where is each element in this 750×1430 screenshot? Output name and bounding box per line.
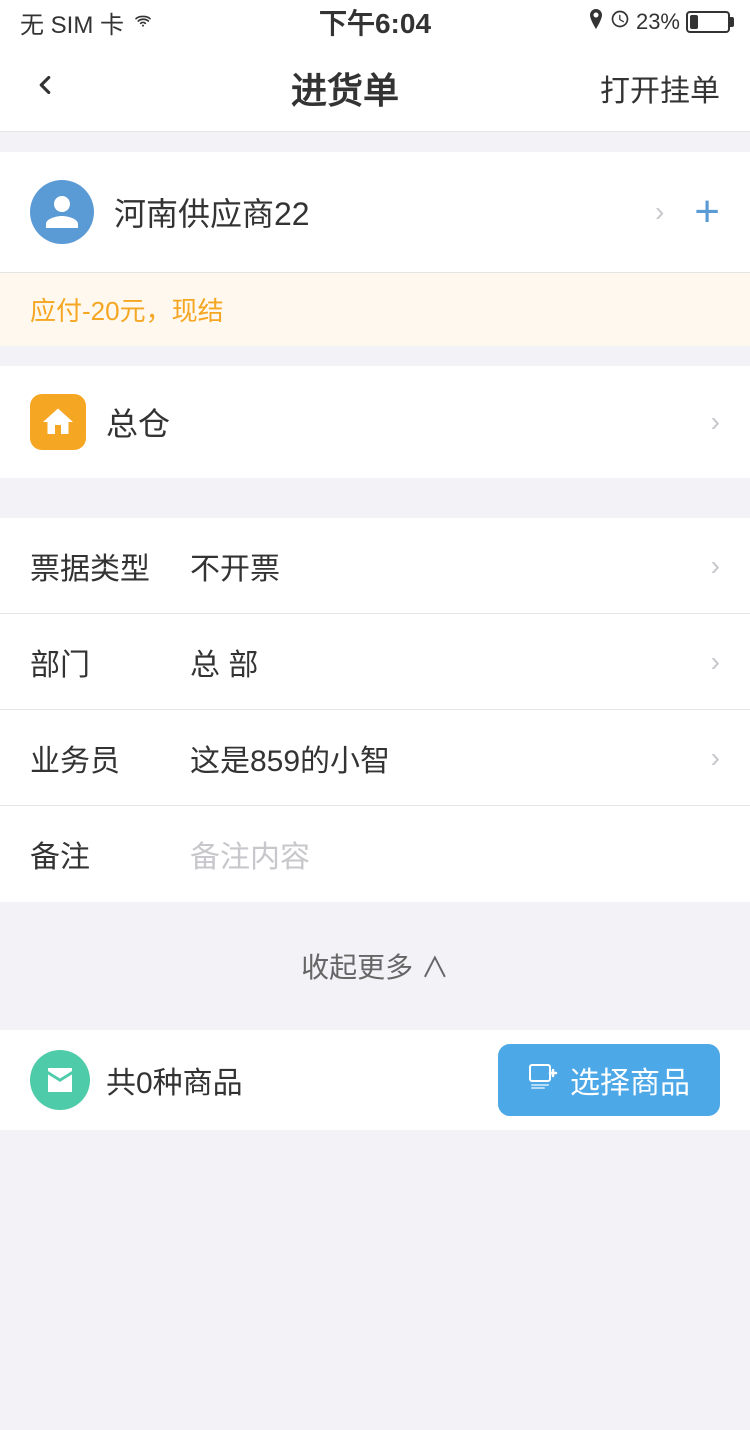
warehouse-arrow-icon: › <box>711 406 720 438</box>
collapse-row[interactable]: 收起更多 ∧ <box>0 922 750 1010</box>
invoice-type-row[interactable]: 票据类型 不开票 › <box>0 518 750 614</box>
section-gap-2 <box>0 346 750 366</box>
collapse-label: 收起更多 ∧ <box>301 946 449 986</box>
section-gap-1 <box>0 132 750 152</box>
select-product-label: 选择商品 <box>570 1058 690 1102</box>
remark-row[interactable]: 备注 备注内容 <box>0 806 750 902</box>
warehouse-name: 总仓 <box>106 399 711 445</box>
supplier-section: 河南供应商22 › + 应付-20元，现结 <box>0 152 750 346</box>
status-bar: 无 SIM 卡 下午6:04 23% <box>0 0 750 44</box>
status-right: 23% <box>588 9 730 35</box>
department-label: 部门 <box>30 640 170 684</box>
nav-bar: 进货单 打开挂单 <box>0 44 750 132</box>
department-row[interactable]: 部门 总 部 › <box>0 614 750 710</box>
wifi-icon <box>132 8 154 36</box>
supplier-notice: 应付-20元，现结 <box>0 273 750 346</box>
supplier-name: 河南供应商22 <box>114 189 655 235</box>
warehouse-row[interactable]: 总仓 › <box>0 366 750 478</box>
back-button[interactable] <box>30 67 90 109</box>
status-left: 无 SIM 卡 <box>20 5 154 40</box>
department-arrow-icon: › <box>711 646 720 678</box>
battery-percent: 23% <box>636 9 680 35</box>
salesman-value: 这是859的小智 <box>170 736 711 780</box>
section-gap-3 <box>0 498 750 518</box>
status-time: 下午6:04 <box>319 2 431 42</box>
supplier-row[interactable]: 河南供应商22 › + <box>0 152 750 273</box>
open-pending-button[interactable]: 打开挂单 <box>600 66 720 110</box>
product-count: 共0种商品 <box>106 1058 243 1102</box>
product-info: 共0种商品 <box>30 1050 478 1110</box>
add-supplier-button[interactable]: + <box>694 187 720 237</box>
page-remainder <box>0 1130 750 1430</box>
select-product-icon <box>528 1063 560 1098</box>
remark-input[interactable]: 备注内容 <box>170 832 720 876</box>
form-section: 票据类型 不开票 › 部门 总 部 › 业务员 这是859的小智 › 备注 备注… <box>0 498 750 902</box>
bottom-bar: 共0种商品 选择商品 <box>0 1030 750 1130</box>
product-icon <box>30 1050 90 1110</box>
invoice-type-value: 不开票 <box>170 544 711 588</box>
salesman-label: 业务员 <box>30 736 170 780</box>
warehouse-section: 总仓 › <box>0 366 750 478</box>
supplier-avatar <box>30 180 94 244</box>
battery-icon <box>686 11 730 33</box>
page-title: 进货单 <box>291 62 399 114</box>
location-icon <box>588 9 604 35</box>
alarm-icon <box>610 9 630 35</box>
salesman-row[interactable]: 业务员 这是859的小智 › <box>0 710 750 806</box>
invoice-type-label: 票据类型 <box>30 544 170 588</box>
salesman-arrow-icon: › <box>711 742 720 774</box>
remark-label: 备注 <box>30 832 170 876</box>
warehouse-icon <box>30 394 86 450</box>
invoice-type-arrow-icon: › <box>711 550 720 582</box>
carrier-text: 无 SIM 卡 <box>20 5 124 40</box>
supplier-arrow-icon: › <box>655 196 664 228</box>
select-product-button[interactable]: 选择商品 <box>498 1044 720 1116</box>
department-value: 总 部 <box>170 640 711 684</box>
